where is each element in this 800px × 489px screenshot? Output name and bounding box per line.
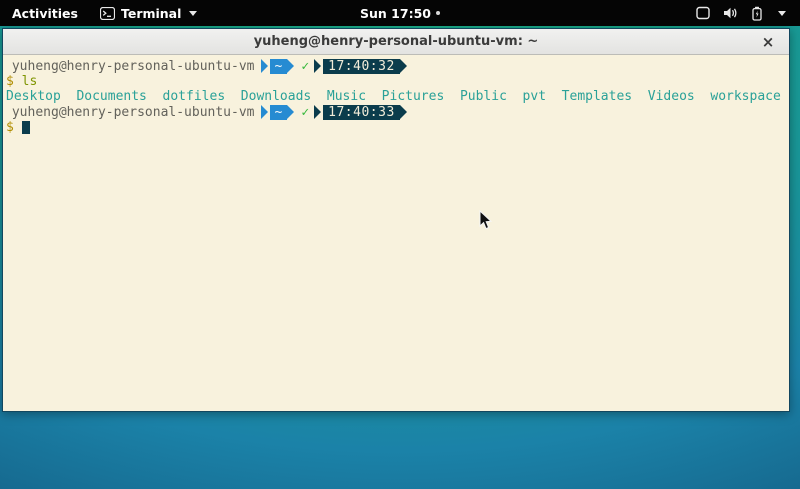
directory-name: dotfiles	[163, 89, 226, 104]
command-line: $ ls	[6, 74, 786, 89]
prompt-user: yuheng@henry-personal-ubuntu-vm	[6, 105, 255, 120]
prompt-path: ~	[270, 105, 288, 120]
terminal-caret	[22, 121, 30, 134]
directory-name: Videos	[648, 89, 695, 104]
notification-dot	[436, 11, 440, 15]
prompt-time: 17:40:33	[323, 105, 400, 120]
check-icon: ✓	[301, 105, 309, 120]
window-title: yuheng@henry-personal-ubuntu-vm: ~	[254, 34, 539, 49]
top-panel: Activities Terminal Sun 17:50	[0, 0, 800, 26]
activities-label: Activities	[12, 6, 78, 21]
check-icon: ✓	[301, 59, 309, 74]
ls-output-line: Desktop Documents dotfiles Downloads Mus…	[6, 89, 786, 104]
prompt-line: yuheng@henry-personal-ubuntu-vm ~ ✓ 17:4…	[6, 104, 786, 120]
powerline-time-segment: 17:40:32	[314, 59, 407, 74]
directory-name: Downloads	[241, 89, 311, 104]
activities-button[interactable]: Activities	[0, 0, 90, 26]
powerline-path-segment: ~	[261, 59, 295, 74]
close-button[interactable]: ×	[757, 29, 779, 55]
powerline-time-segment: 17:40:33	[314, 105, 407, 120]
window-titlebar[interactable]: yuheng@henry-personal-ubuntu-vm: ~ ×	[3, 29, 789, 55]
panel-left: Activities Terminal	[0, 0, 207, 26]
system-menu[interactable]	[688, 0, 794, 26]
directory-name: Public	[460, 89, 507, 104]
clock-button[interactable]: Sun 17:50	[360, 0, 440, 26]
battery-charging-icon	[751, 6, 763, 21]
directory-name: Documents	[76, 89, 146, 104]
prompt-symbol: $	[6, 74, 14, 89]
directory-name: pvt	[523, 89, 546, 104]
terminal-icon	[100, 7, 115, 20]
directory-name: Desktop	[6, 89, 61, 104]
prompt-symbol: $	[6, 120, 14, 135]
volume-icon	[723, 6, 738, 20]
prompt-line: yuheng@henry-personal-ubuntu-vm ~ ✓ 17:4…	[6, 58, 786, 74]
powerline-path-segment: ~	[261, 105, 295, 120]
screen-icon	[696, 6, 710, 20]
app-menu-terminal[interactable]: Terminal	[90, 0, 207, 26]
prompt-time: 17:40:32	[323, 59, 400, 74]
terminal-window: yuheng@henry-personal-ubuntu-vm: ~ × yuh…	[2, 28, 790, 412]
terminal-content[interactable]: yuheng@henry-personal-ubuntu-vm ~ ✓ 17:4…	[3, 55, 789, 411]
app-menu-label: Terminal	[121, 6, 181, 21]
directory-name: Templates	[562, 89, 632, 104]
prompt-user: yuheng@henry-personal-ubuntu-vm	[6, 59, 255, 74]
clock-label: Sun 17:50	[360, 6, 431, 21]
directory-name: Music	[327, 89, 366, 104]
prompt-path: ~	[270, 59, 288, 74]
directory-name: workspace	[710, 89, 780, 104]
chevron-down-icon	[189, 11, 197, 16]
chevron-down-icon	[778, 11, 786, 16]
directory-name: Pictures	[382, 89, 445, 104]
current-input-line: $	[6, 120, 786, 135]
command-text: ls	[22, 74, 38, 89]
